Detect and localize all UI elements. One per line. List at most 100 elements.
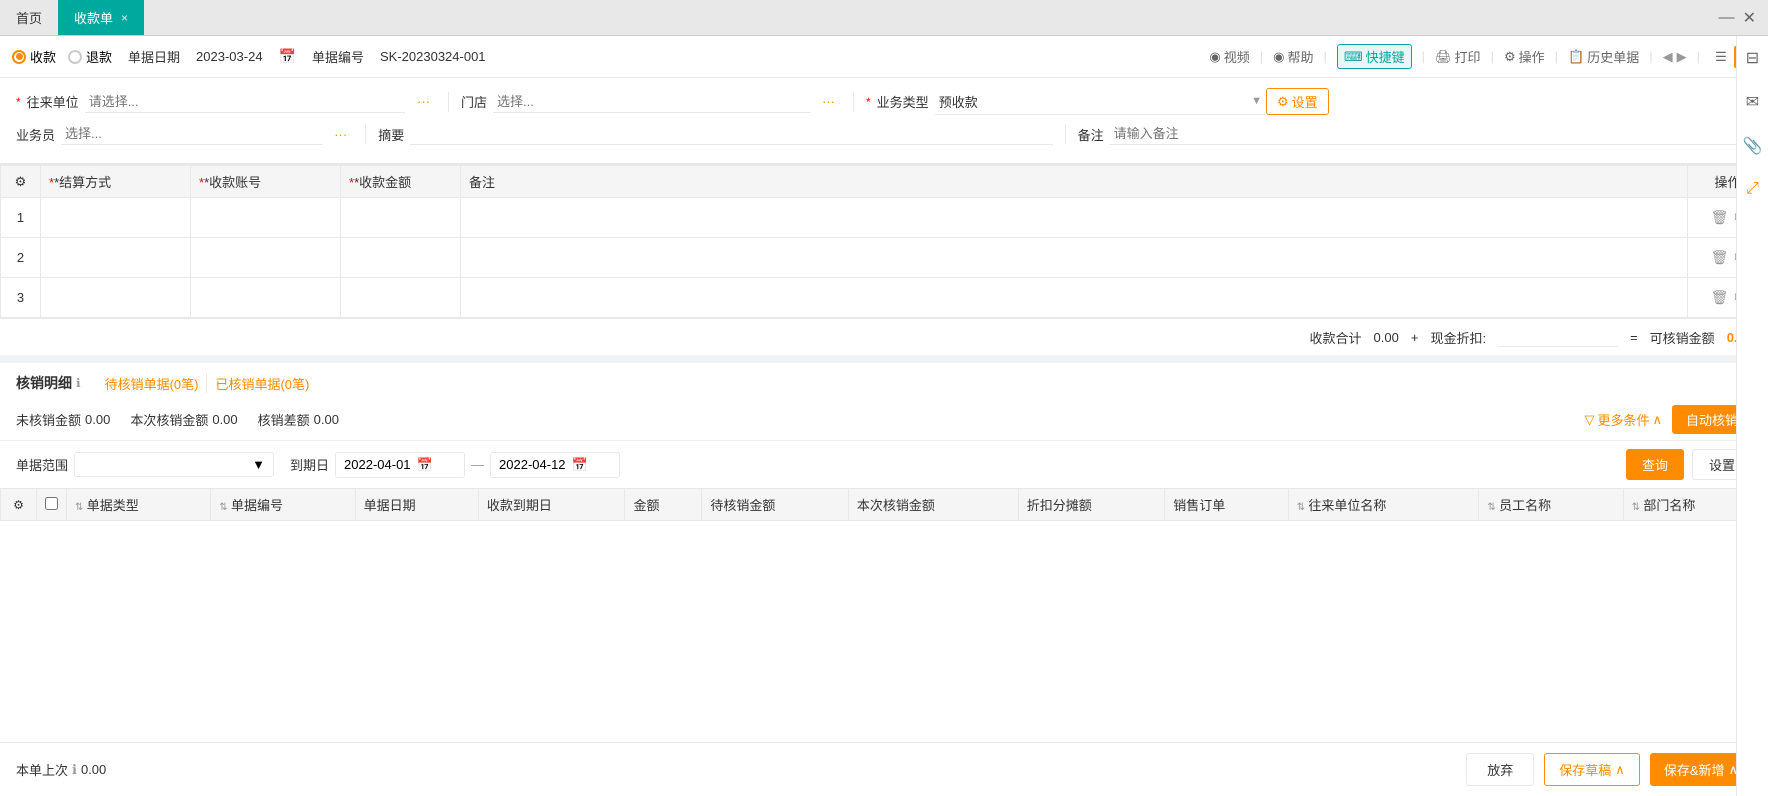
current-verify-value: 0.00 (212, 412, 237, 427)
discount-input[interactable] (1498, 327, 1618, 347)
sidebar-table-icon[interactable]: ⊟ (1742, 44, 1763, 72)
verification-info-icon[interactable]: ℹ (76, 376, 81, 390)
row1-account[interactable] (191, 198, 341, 238)
row2-delete-icon[interactable]: 🗑 (1711, 249, 1729, 266)
select-all-checkbox[interactable] (45, 497, 58, 510)
more-conditions-btn[interactable]: ▽ 更多条件 ∧ (1584, 410, 1662, 429)
separator5: | (1555, 49, 1558, 64)
salesperson-input[interactable] (61, 123, 322, 145)
row-num-3: 3 (1, 278, 41, 318)
more-conditions-label: 更多条件 (1597, 410, 1649, 429)
net-amount-label: 可核销金额 (1650, 328, 1715, 347)
sidebar-attachment-icon[interactable]: 📎 (1739, 132, 1767, 160)
tab-receipt[interactable]: 收款单 × (58, 0, 144, 35)
summary-input[interactable] (410, 123, 1052, 145)
bth-amount: 金额 (625, 489, 702, 521)
toolbar-shortcut-label: 快捷键 (1366, 47, 1405, 66)
main-container: 收款 退款 单据日期 2023-03-24 📅 单据编号 SK-20230324… (0, 36, 1768, 796)
toolbar-operate[interactable]: ⚙ 操作 (1504, 47, 1545, 66)
th-settlement: **结算方式 (41, 166, 191, 198)
row2-notes[interactable] (461, 238, 1688, 278)
query-btn[interactable]: 查询 (1626, 449, 1684, 480)
row1-settlement[interactable] (41, 198, 191, 238)
salesperson-more-btn[interactable]: ··· (328, 127, 353, 142)
range-select[interactable]: ▼ (74, 452, 274, 477)
view-list-icon[interactable]: ☰ (1710, 46, 1732, 68)
bth-checkbox[interactable] (37, 489, 67, 521)
footer-info-icon[interactable]: ℹ (72, 762, 77, 778)
verified-tab-link[interactable]: 已核销单据(0笔) (207, 374, 317, 393)
bill-no-label: 单据编号 (312, 47, 364, 66)
footer-right: 放弃 保存草稿 ∧ 保存&新增 ∧ (1466, 753, 1752, 786)
row3-account[interactable] (191, 278, 341, 318)
verification-title: 核销明细 (16, 373, 72, 393)
row1-notes[interactable] (461, 198, 1688, 238)
nav-next-icon[interactable]: ▶ (1677, 49, 1687, 65)
notes-label: 备注 (1078, 125, 1104, 144)
row2-account[interactable] (191, 238, 341, 278)
store-more-btn[interactable]: ··· (816, 94, 841, 109)
draft-btn[interactable]: 保存草稿 ∧ (1544, 753, 1640, 786)
settings-button[interactable]: ⚙ 设置 (1266, 88, 1329, 115)
counterpart-more-btn[interactable]: ··· (411, 94, 436, 109)
receipt-total-label: 收款合计 (1310, 328, 1362, 347)
divider2 (853, 92, 854, 112)
counterpart-input[interactable] (85, 91, 405, 113)
notes-input[interactable] (1110, 123, 1752, 145)
unverified-amount-item: 未核销金额 0.00 (16, 410, 110, 429)
bth-settings[interactable]: ⚙ (1, 489, 37, 521)
notes-field: 备注 (1078, 123, 1752, 145)
sidebar-email-icon[interactable]: ✉ (1742, 88, 1763, 116)
calendar-icon[interactable]: 📅 (279, 48, 296, 65)
salesperson-field: 业务员 ··· (16, 123, 353, 145)
radio-receipt[interactable]: 收款 (12, 47, 56, 66)
abandon-btn[interactable]: 放弃 (1466, 753, 1534, 786)
toolbar-shortcut[interactable]: ⌨ 快捷键 (1337, 44, 1412, 69)
sidebar-expand-icon[interactable]: ⤢ (1742, 176, 1763, 202)
nav-prev-icon[interactable]: ◀ (1663, 49, 1673, 65)
draft-btn-label: 保存草稿 (1559, 760, 1611, 779)
bill-no-value: SK-20230324-001 (380, 49, 486, 64)
tab-close-icon[interactable]: × (121, 11, 128, 25)
row2-amount[interactable] (341, 238, 461, 278)
bill-date-value[interactable]: 2023-03-24 (196, 49, 263, 64)
toolbar-help[interactable]: ◉ 帮助 (1273, 47, 1313, 66)
toolbar-video[interactable]: ◉ 视频 (1209, 47, 1249, 66)
date-to-input[interactable]: 2022-04-12 📅 (490, 452, 620, 478)
operate-icon: ⚙ (1504, 49, 1516, 65)
pending-tab-link[interactable]: 待核销单据(0笔) (97, 374, 208, 393)
window-close-icon[interactable]: ✕ (1743, 8, 1756, 28)
video-icon: ◉ (1209, 49, 1220, 65)
row3-settlement[interactable] (41, 278, 191, 318)
th-settlement-label: *结算方式 (54, 175, 111, 190)
table-area: ⚙ **结算方式 **收款账号 **收款金额 备注 操作 1 (0, 164, 1768, 318)
draft-arrow-icon: ∧ (1615, 762, 1625, 778)
bth-counterpart: ⇅ 往来单位名称 (1288, 489, 1479, 521)
row3-delete-icon[interactable]: 🗑 (1711, 289, 1729, 306)
store-input[interactable] (493, 91, 810, 113)
row3-notes[interactable] (461, 278, 1688, 318)
toolbar-history-label: 历史单据 (1587, 47, 1639, 66)
row1-amount[interactable] (341, 198, 461, 238)
business-type-select[interactable]: 预收款 ▼ (935, 89, 1266, 115)
th-settings[interactable]: ⚙ (1, 166, 41, 198)
tab-home[interactable]: 首页 (0, 0, 58, 35)
separator1: | (1260, 49, 1263, 64)
counterpart-required: * (16, 95, 21, 109)
date-from-input[interactable]: 2022-04-01 📅 (335, 452, 465, 478)
toolbar-history[interactable]: 📋 历史单据 (1568, 47, 1639, 66)
window-min-icon[interactable]: — (1719, 9, 1735, 27)
summary-field: 摘要 (378, 123, 1052, 145)
form-row-1: * 往来单位 ··· 门店 ··· * 业务类型 预收款 ▼ (16, 88, 1752, 115)
unverified-amount-label: 未核销金额 (16, 410, 81, 429)
radio-refund[interactable]: 退款 (68, 47, 112, 66)
tab-bar: 首页 收款单 × — ✕ (0, 0, 1768, 36)
th-amount: **收款金额 (341, 166, 461, 198)
footer-amount-value: 0.00 (81, 762, 106, 777)
row1-delete-icon[interactable]: 🗑 (1711, 209, 1729, 226)
row2-settlement[interactable] (41, 238, 191, 278)
toolbar-print[interactable]: 🖨 打印 (1435, 47, 1481, 66)
row3-amount[interactable] (341, 278, 461, 318)
stats-row: 未核销金额 0.00 本次核销金额 0.00 核销差额 0.00 ▽ 更多条件 … (0, 399, 1768, 440)
calendar-from-icon: 📅 (417, 457, 433, 473)
